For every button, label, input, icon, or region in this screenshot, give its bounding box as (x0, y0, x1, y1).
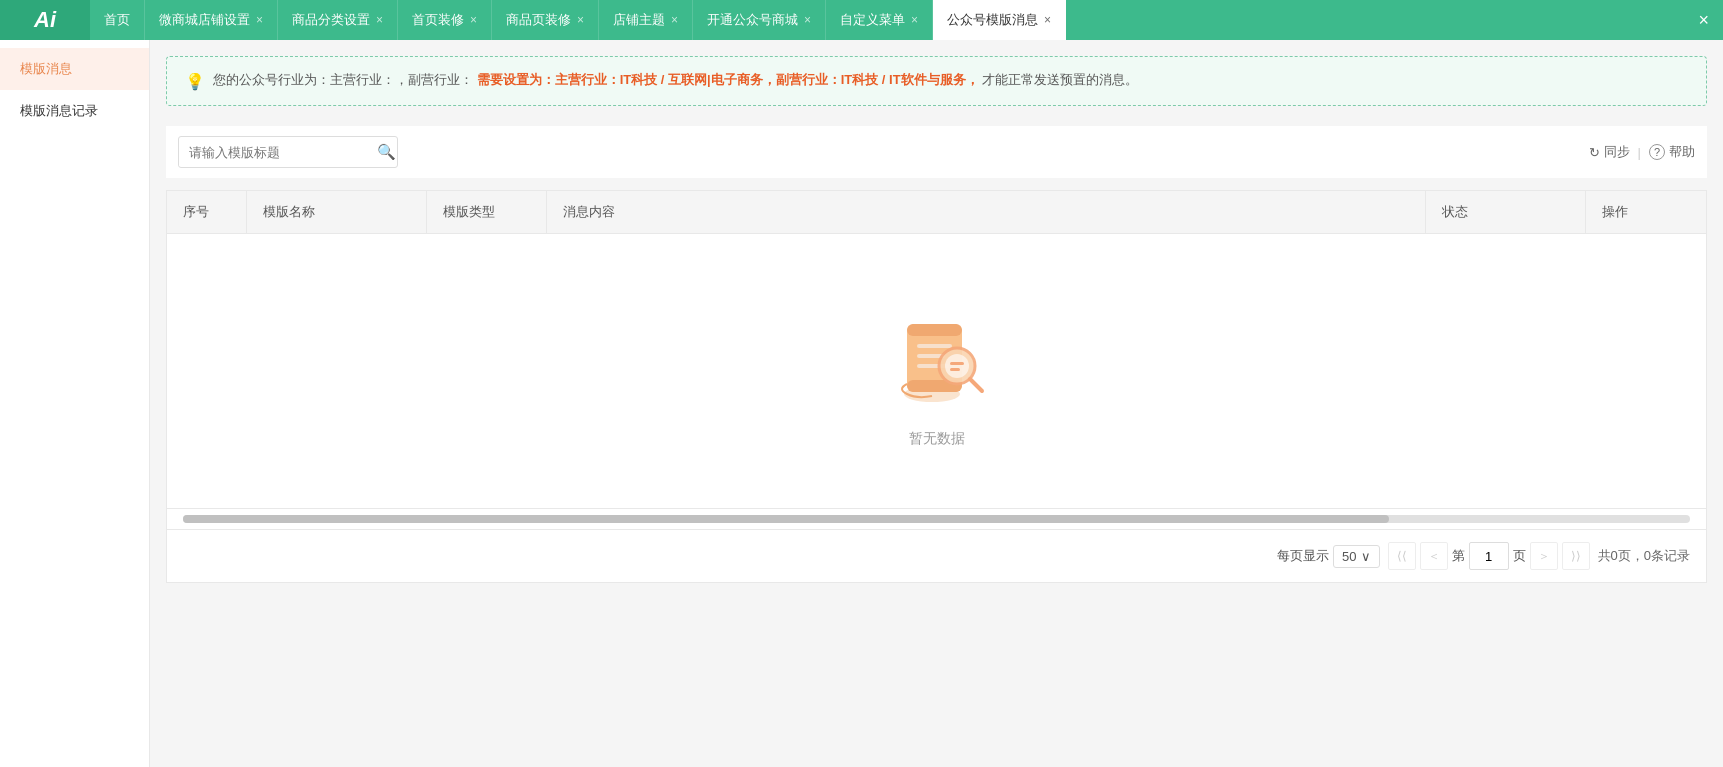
page-size-dropdown[interactable]: 50 ∨ (1333, 545, 1379, 568)
tab-close-theme[interactable]: × (671, 13, 678, 27)
col-header-index: 序号 (167, 191, 247, 233)
scrollbar-thumb (183, 515, 1389, 523)
page-nav: ⟨⟨ ＜ 第 页 ＞ ⟩⟩ (1388, 542, 1590, 570)
tab-menu[interactable]: 自定义菜单 × (826, 0, 933, 40)
col-header-status: 状态 (1426, 191, 1586, 233)
col-header-action: 操作 (1586, 191, 1706, 233)
toolbar-divider: | (1638, 145, 1641, 160)
prev-page-button[interactable]: ＜ (1420, 542, 1448, 570)
svg-point-8 (945, 354, 969, 378)
scrollbar-area (167, 508, 1706, 529)
col-header-content: 消息内容 (547, 191, 1426, 233)
tab-close-wsc[interactable]: × (256, 13, 263, 27)
sidebar-item-template-record[interactable]: 模版消息记录 (0, 90, 149, 132)
sidebar-item-template-msg[interactable]: 模版消息 (0, 48, 149, 90)
col-header-name: 模版名称 (247, 191, 427, 233)
tab-close-mall[interactable]: × (804, 13, 811, 27)
total-info: 共0页，0条记录 (1598, 547, 1690, 565)
empty-illustration (877, 294, 997, 414)
search-button[interactable]: 🔍 (367, 137, 398, 167)
first-page-button[interactable]: ⟨⟨ (1388, 542, 1416, 570)
tab-close-template[interactable]: × (1044, 13, 1051, 27)
empty-text: 暂无数据 (909, 430, 965, 448)
page-size-select: 每页显示 50 ∨ (1277, 545, 1379, 568)
table-header: 序号 模版名称 模版类型 消息内容 状态 操作 (167, 191, 1706, 234)
tab-close-product[interactable]: × (577, 13, 584, 27)
empty-state: 暂无数据 (167, 234, 1706, 508)
help-icon: ? (1649, 144, 1665, 160)
app-logo: Ai (0, 0, 90, 40)
svg-rect-4 (917, 344, 952, 348)
main-layout: 模版消息 模版消息记录 💡 您的公众号行业为：主营行业：，副营行业： 需要设置为… (0, 40, 1723, 767)
tab-homepage[interactable]: 首页装修 × (398, 0, 492, 40)
close-all-button[interactable]: × (1684, 0, 1723, 40)
tab-wsc[interactable]: 微商城店铺设置 × (145, 0, 278, 40)
svg-rect-11 (950, 368, 960, 371)
tab-close-menu[interactable]: × (911, 13, 918, 27)
last-page-button[interactable]: ⟩⟩ (1562, 542, 1590, 570)
notice-banner: 💡 您的公众号行业为：主营行业：，副营行业： 需要设置为：主营行业：IT科技 /… (166, 56, 1707, 106)
next-page-button[interactable]: ＞ (1530, 542, 1558, 570)
page-number-input[interactable] (1469, 542, 1509, 570)
tab-category[interactable]: 商品分类设置 × (278, 0, 398, 40)
tab-home[interactable]: 首页 (90, 0, 145, 40)
pagination: 每页显示 50 ∨ ⟨⟨ ＜ 第 页 ＞ ⟩⟩ 共0页，0条记录 (167, 529, 1706, 582)
table-container: 序号 模版名称 模版类型 消息内容 状态 操作 (166, 190, 1707, 583)
tab-mall[interactable]: 开通公众号商城 × (693, 0, 826, 40)
notice-icon: 💡 (185, 72, 205, 91)
notice-highlight: 需要设置为：主营行业：IT科技 / 互联网|电子商务，副营行业：IT科技 / I… (477, 72, 979, 87)
search-input[interactable] (179, 139, 367, 166)
fake-scrollbar[interactable] (183, 515, 1690, 523)
sidebar: 模版消息 模版消息记录 (0, 40, 150, 767)
tab-close-category[interactable]: × (376, 13, 383, 27)
toolbar: 🔍 ↻ 同步 | ? 帮助 (166, 126, 1707, 178)
toolbar-right: ↻ 同步 | ? 帮助 (1589, 143, 1695, 161)
notice-text: 您的公众号行业为：主营行业：，副营行业： 需要设置为：主营行业：IT科技 / 互… (213, 71, 1138, 89)
search-box: 🔍 (178, 136, 398, 168)
nav-tabs: 首页 微商城店铺设置 × 商品分类设置 × 首页装修 × 商品页装修 × 店铺主… (90, 0, 1684, 40)
content-area: 💡 您的公众号行业为：主营行业：，副营行业： 需要设置为：主营行业：IT科技 /… (150, 40, 1723, 767)
svg-line-9 (970, 379, 982, 391)
top-nav: Ai 首页 微商城店铺设置 × 商品分类设置 × 首页装修 × 商品页装修 × … (0, 0, 1723, 40)
sync-button[interactable]: ↻ 同步 (1589, 143, 1630, 161)
col-header-type: 模版类型 (427, 191, 547, 233)
tab-theme[interactable]: 店铺主题 × (599, 0, 693, 40)
dropdown-icon: ∨ (1361, 549, 1371, 564)
svg-rect-2 (907, 324, 962, 336)
svg-rect-10 (950, 362, 964, 365)
help-button[interactable]: ? 帮助 (1649, 143, 1695, 161)
tab-product[interactable]: 商品页装修 × (492, 0, 599, 40)
tab-close-homepage[interactable]: × (470, 13, 477, 27)
sync-icon: ↻ (1589, 145, 1600, 160)
tab-template[interactable]: 公众号模版消息 × (933, 0, 1066, 40)
